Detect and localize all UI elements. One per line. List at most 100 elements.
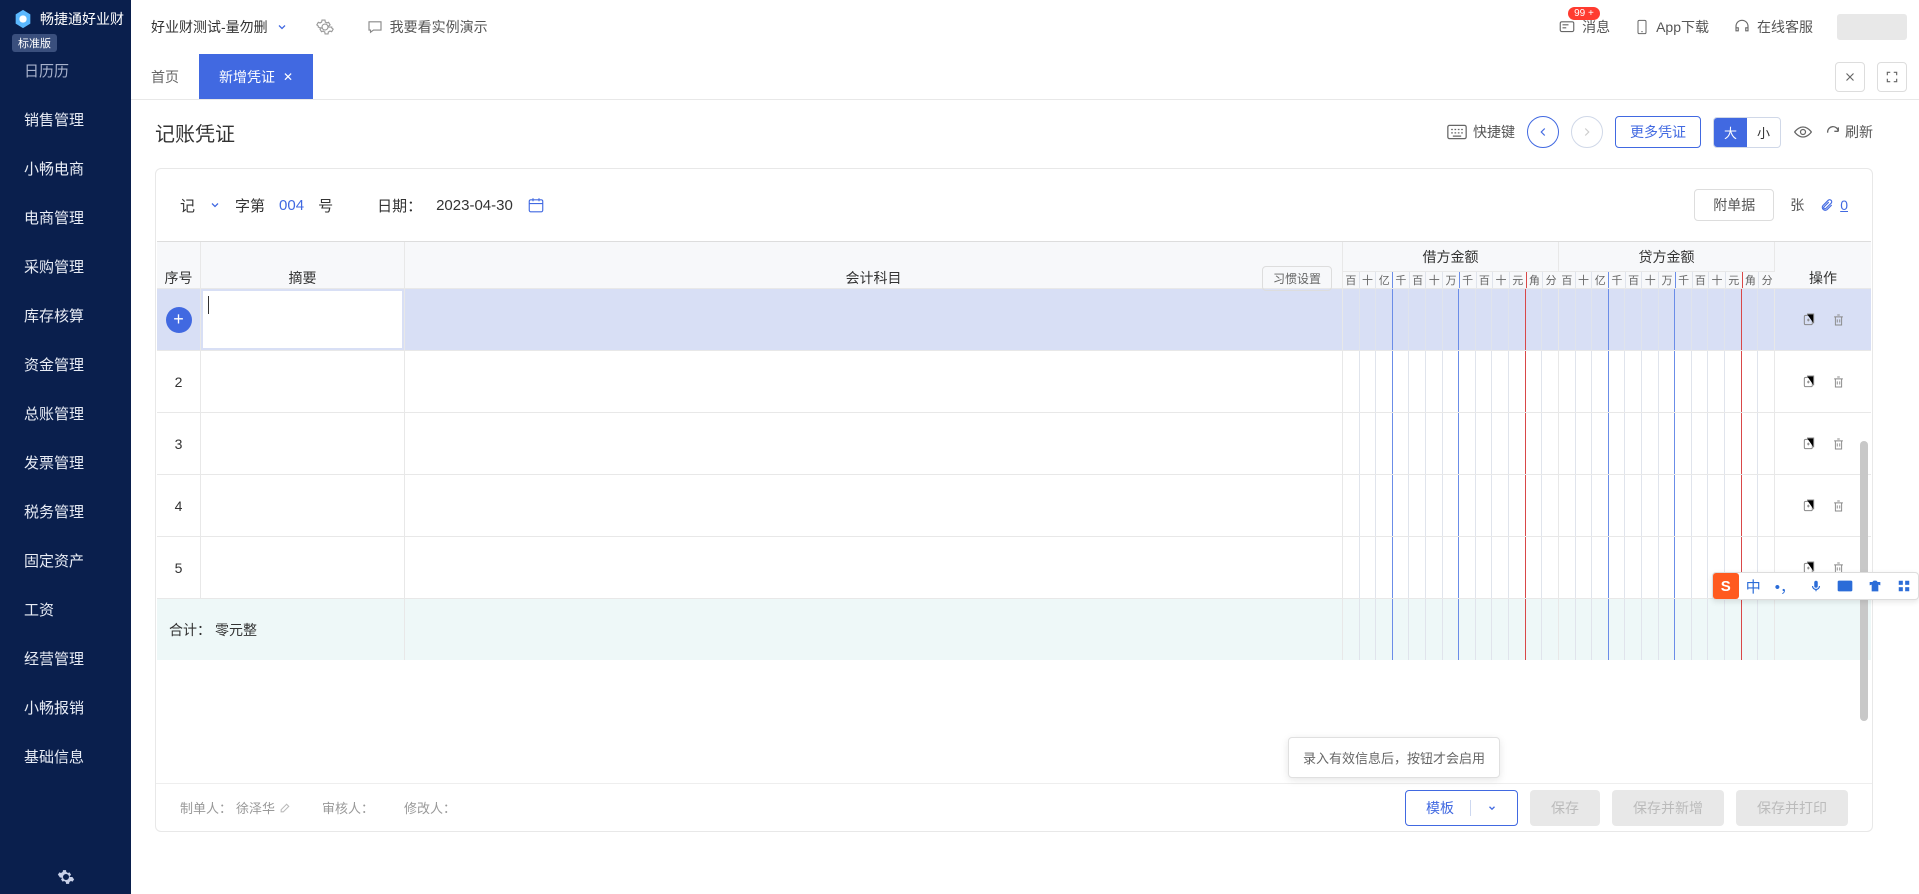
account-cell[interactable] xyxy=(405,413,1343,474)
voucher-meta: 记 字第 004 号 日期： 2023-04-30 附单据 张 xyxy=(156,189,1872,221)
size-large-button[interactable]: 大 xyxy=(1714,118,1747,147)
delete-row-icon[interactable] xyxy=(1831,312,1846,328)
demo-link[interactable]: 我要看实例演示 xyxy=(366,17,488,37)
summary-cell[interactable] xyxy=(201,413,405,474)
nav-item-biz[interactable]: 经营管理 xyxy=(0,634,131,683)
nav-item-invoice[interactable]: 发票管理 xyxy=(0,438,131,487)
attach-button[interactable]: 附单据 xyxy=(1694,189,1774,221)
debit-cell[interactable] xyxy=(1343,537,1559,598)
attach-num: 0 xyxy=(1840,197,1848,213)
org-selector[interactable]: 好业财测试-量勿删 xyxy=(143,13,296,41)
tab-close-all-icon[interactable] xyxy=(1835,62,1865,92)
debit-cell[interactable] xyxy=(1343,289,1559,350)
calendar-icon[interactable] xyxy=(527,196,545,214)
summary-cell[interactable] xyxy=(201,537,405,598)
org-settings-icon[interactable] xyxy=(316,18,334,36)
add-row-button[interactable]: + xyxy=(166,307,192,333)
app-download-link[interactable]: App下载 xyxy=(1634,17,1709,37)
nav-item-ecom1[interactable]: 小畅电商 xyxy=(0,144,131,193)
delete-row-icon[interactable] xyxy=(1831,498,1846,514)
summary-cell[interactable] xyxy=(201,351,405,412)
ime-toolbar[interactable]: S 中 •， xyxy=(1712,572,1919,600)
messages-link[interactable]: 99 + 消息 xyxy=(1558,17,1610,37)
tab-new-voucher[interactable]: 新增凭证 ✕ xyxy=(199,54,313,99)
summary-input[interactable] xyxy=(203,291,402,348)
prev-voucher-button[interactable] xyxy=(1527,116,1559,148)
delete-row-icon[interactable] xyxy=(1831,374,1846,390)
nav-item-tax[interactable]: 税务管理 xyxy=(0,487,131,536)
nav-item-expense[interactable]: 小畅报销 xyxy=(0,683,131,732)
table-row[interactable]: 5 xyxy=(157,536,1871,598)
copy-row-icon[interactable] xyxy=(1801,436,1817,452)
more-vouchers-button[interactable]: 更多凭证 xyxy=(1615,116,1701,148)
summary-cell[interactable] xyxy=(201,475,405,536)
debit-cell[interactable] xyxy=(1343,475,1559,536)
nav-item-salary[interactable]: 工资 xyxy=(0,585,131,634)
avatar[interactable] xyxy=(1837,14,1907,40)
nav-item-ledger[interactable]: 总账管理 xyxy=(0,389,131,438)
refresh-label: 刷新 xyxy=(1845,122,1873,142)
page-area: 记账凭证 快捷键 更多凭证 大 小 xyxy=(131,100,1897,894)
org-name: 好业财测试-量勿删 xyxy=(151,17,268,37)
ime-toolbox-icon[interactable] xyxy=(1890,579,1918,593)
eye-icon[interactable] xyxy=(1793,124,1813,140)
debit-cell[interactable] xyxy=(1343,413,1559,474)
total-row: 合计： 零元整 xyxy=(157,598,1871,660)
account-cell[interactable] xyxy=(405,289,1343,350)
credit-cell[interactable] xyxy=(1559,351,1775,412)
tabs-bar: 首页 新增凭证 ✕ xyxy=(131,54,1919,100)
size-small-button[interactable]: 小 xyxy=(1747,118,1780,147)
tab-home[interactable]: 首页 xyxy=(131,54,199,99)
customer-service-link[interactable]: 在线客服 xyxy=(1733,17,1813,37)
habit-settings-button[interactable]: 习惯设置 xyxy=(1262,266,1332,291)
close-icon[interactable]: ✕ xyxy=(283,70,293,84)
ime-lang[interactable]: 中 xyxy=(1739,576,1768,597)
credit-cell[interactable] xyxy=(1559,413,1775,474)
credit-cell[interactable] xyxy=(1559,475,1775,536)
table-row[interactable]: 3 xyxy=(157,412,1871,474)
account-cell[interactable] xyxy=(405,475,1343,536)
account-cell[interactable] xyxy=(405,351,1343,412)
copy-row-icon[interactable] xyxy=(1801,374,1817,390)
edit-icon[interactable] xyxy=(279,801,292,814)
table-row[interactable]: 2 xyxy=(157,350,1871,412)
nav-item-0[interactable]: 日历历 xyxy=(0,58,131,95)
ime-mic-icon[interactable] xyxy=(1802,578,1830,594)
table-row[interactable]: 4 xyxy=(157,474,1871,536)
col-account-label: 会计科目 xyxy=(846,268,902,288)
delete-row-icon[interactable] xyxy=(1831,436,1846,452)
chevron-down-icon[interactable] xyxy=(209,199,221,211)
shortcut-button[interactable]: 快捷键 xyxy=(1447,122,1515,142)
nav-item-fund[interactable]: 资金管理 xyxy=(0,340,131,389)
account-cell[interactable] xyxy=(405,537,1343,598)
summary-cell[interactable] xyxy=(201,289,405,350)
number-suffix: 号 xyxy=(318,195,333,216)
nav-item-inventory[interactable]: 库存核算 xyxy=(0,291,131,340)
copy-row-icon[interactable] xyxy=(1801,498,1817,514)
ime-keyboard-icon[interactable] xyxy=(1830,579,1860,593)
attachment-count[interactable]: 0 xyxy=(1820,197,1848,213)
brand-name: 畅捷通好业财 xyxy=(40,9,124,29)
fullscreen-icon[interactable] xyxy=(1877,62,1907,92)
table-row[interactable]: + xyxy=(157,288,1871,350)
nav-item-ecom2[interactable]: 电商管理 xyxy=(0,193,131,242)
template-button[interactable]: 模板 xyxy=(1405,790,1518,826)
sidebar-settings-icon[interactable] xyxy=(57,868,75,886)
debit-cell[interactable] xyxy=(1343,351,1559,412)
ime-skin-icon[interactable] xyxy=(1860,579,1890,593)
nav-item-base[interactable]: 基础信息 xyxy=(0,732,131,781)
digit-cell: 千 xyxy=(1460,272,1477,288)
voucher-date[interactable]: 2023-04-30 xyxy=(436,197,513,214)
voucher-word[interactable]: 记 xyxy=(180,195,195,216)
nav-item-sales[interactable]: 销售管理 xyxy=(0,95,131,144)
refresh-button[interactable]: 刷新 xyxy=(1825,122,1873,142)
copy-row-icon[interactable] xyxy=(1801,312,1817,328)
refresh-icon xyxy=(1825,124,1841,140)
voucher-number[interactable]: 004 xyxy=(279,197,304,214)
digit-cell: 十 xyxy=(1360,272,1377,288)
nav-item-asset[interactable]: 固定资产 xyxy=(0,536,131,585)
credit-cell[interactable] xyxy=(1559,289,1775,350)
next-voucher-button[interactable] xyxy=(1571,116,1603,148)
ime-punct-icon[interactable]: •， xyxy=(1768,576,1802,597)
nav-item-purchase[interactable]: 采购管理 xyxy=(0,242,131,291)
